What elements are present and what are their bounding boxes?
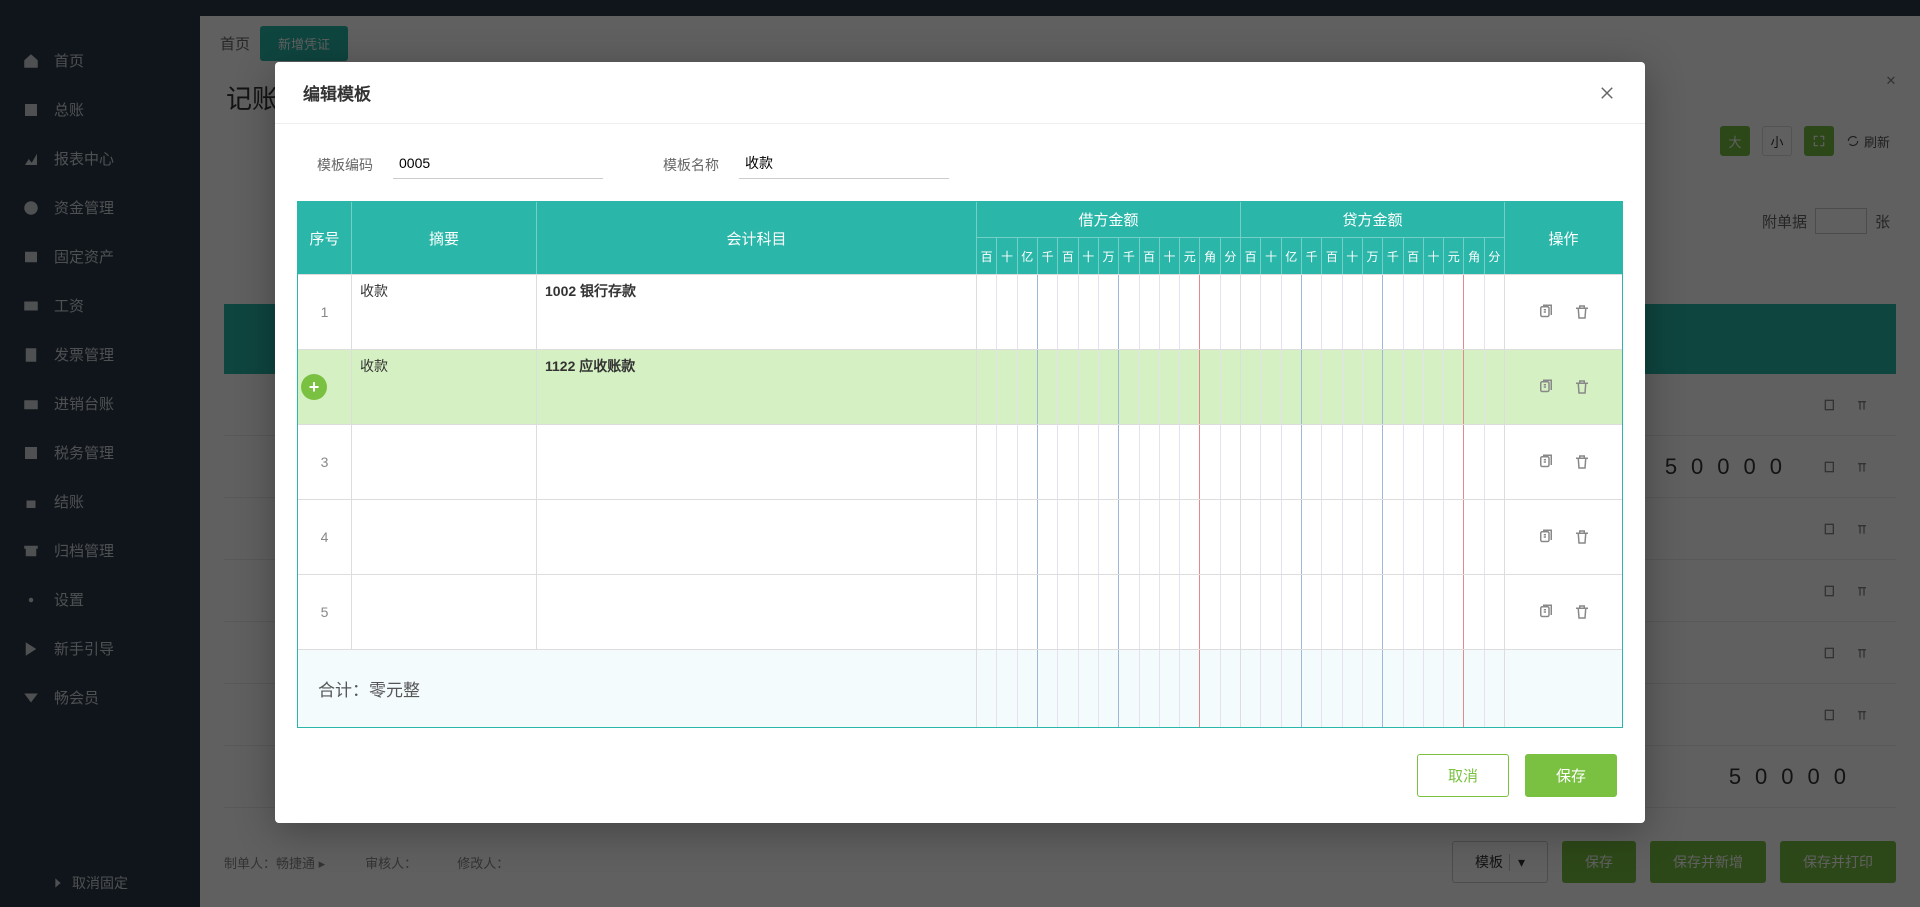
delete-icon[interactable] bbox=[1573, 453, 1591, 471]
cell-debit[interactable] bbox=[977, 275, 1241, 349]
cell-summary[interactable]: 收款 bbox=[352, 350, 537, 424]
th-account: 会计科目 bbox=[537, 202, 977, 274]
edit-template-modal: 编辑模板 模板编码 模板名称 序号 摘要 会计科目 借方金额 百十 bbox=[275, 62, 1645, 823]
template-table: 序号 摘要 会计科目 借方金额 百十亿千百十万千百十元角分 贷方金额 百十亿千百… bbox=[297, 201, 1623, 728]
cell-seq: + bbox=[298, 350, 352, 424]
table-row[interactable]: 3 bbox=[298, 424, 1622, 499]
cell-debit[interactable] bbox=[977, 350, 1241, 424]
delete-icon[interactable] bbox=[1573, 603, 1591, 621]
copy-icon[interactable] bbox=[1537, 453, 1555, 471]
unit-label: 百 bbox=[977, 238, 997, 274]
template-code-label: 模板编码 bbox=[317, 155, 373, 175]
total-row: 合计：零元整 bbox=[298, 649, 1622, 727]
unit-label: 十 bbox=[997, 238, 1017, 274]
cell-account[interactable] bbox=[537, 500, 977, 574]
unit-label: 元 bbox=[1444, 238, 1464, 274]
cell-summary[interactable]: 收款 bbox=[352, 275, 537, 349]
cell-summary[interactable] bbox=[352, 575, 537, 649]
cell-credit[interactable] bbox=[1241, 275, 1505, 349]
copy-icon[interactable] bbox=[1537, 303, 1555, 321]
cell-account[interactable]: 1122 应收账款 bbox=[537, 350, 977, 424]
unit-label: 元 bbox=[1180, 238, 1200, 274]
unit-label: 亿 bbox=[1018, 238, 1038, 274]
cell-op bbox=[1505, 350, 1622, 424]
th-debit: 借方金额 百十亿千百十万千百十元角分 bbox=[977, 202, 1241, 274]
unit-label: 百 bbox=[1140, 238, 1160, 274]
cell-op bbox=[1505, 275, 1622, 349]
unit-label: 百 bbox=[1404, 238, 1424, 274]
copy-icon[interactable] bbox=[1537, 378, 1555, 396]
unit-label: 十 bbox=[1424, 238, 1444, 274]
cell-op bbox=[1505, 500, 1622, 574]
cell-debit[interactable] bbox=[977, 500, 1241, 574]
delete-icon[interactable] bbox=[1573, 378, 1591, 396]
template-name-label: 模板名称 bbox=[663, 155, 719, 175]
cell-debit[interactable] bbox=[977, 425, 1241, 499]
unit-label: 千 bbox=[1383, 238, 1403, 274]
cell-op bbox=[1505, 425, 1622, 499]
cell-credit[interactable] bbox=[1241, 575, 1505, 649]
cell-op bbox=[1505, 575, 1622, 649]
unit-label: 百 bbox=[1241, 238, 1261, 274]
unit-label: 千 bbox=[1119, 238, 1139, 274]
cell-credit[interactable] bbox=[1241, 500, 1505, 574]
cell-seq: 1 bbox=[298, 275, 352, 349]
close-icon bbox=[1598, 84, 1616, 102]
delete-icon[interactable] bbox=[1573, 528, 1591, 546]
modal-close-button[interactable] bbox=[1597, 83, 1617, 103]
cell-credit[interactable] bbox=[1241, 425, 1505, 499]
cancel-button[interactable]: 取消 bbox=[1417, 754, 1509, 797]
th-credit: 贷方金额 百十亿千百十万千百十元角分 bbox=[1241, 202, 1505, 274]
add-row-button[interactable]: + bbox=[301, 374, 327, 400]
unit-label: 百 bbox=[1322, 238, 1342, 274]
modal-overlay: 编辑模板 模板编码 模板名称 序号 摘要 会计科目 借方金额 百十 bbox=[0, 0, 1920, 907]
unit-label: 万 bbox=[1099, 238, 1119, 274]
unit-label: 角 bbox=[1200, 238, 1220, 274]
unit-label: 分 bbox=[1221, 238, 1240, 274]
cell-account[interactable]: 1002 银行存款 bbox=[537, 275, 977, 349]
unit-label: 十 bbox=[1079, 238, 1099, 274]
unit-label: 十 bbox=[1160, 238, 1180, 274]
unit-label: 千 bbox=[1302, 238, 1322, 274]
cell-debit[interactable] bbox=[977, 575, 1241, 649]
th-seq: 序号 bbox=[298, 202, 352, 274]
table-row[interactable]: 5 bbox=[298, 574, 1622, 649]
th-summary: 摘要 bbox=[352, 202, 537, 274]
cell-summary[interactable] bbox=[352, 500, 537, 574]
table-row[interactable]: 4 bbox=[298, 499, 1622, 574]
cell-account[interactable] bbox=[537, 425, 977, 499]
save-button[interactable]: 保存 bbox=[1525, 754, 1617, 797]
table-row[interactable]: + 收款1122 应收账款 bbox=[298, 349, 1622, 424]
template-name-input[interactable] bbox=[739, 150, 949, 179]
unit-label: 角 bbox=[1464, 238, 1484, 274]
unit-label: 十 bbox=[1343, 238, 1363, 274]
copy-icon[interactable] bbox=[1537, 528, 1555, 546]
cell-seq: 3 bbox=[298, 425, 352, 499]
delete-icon[interactable] bbox=[1573, 303, 1591, 321]
modal-title: 编辑模板 bbox=[303, 80, 371, 105]
unit-label: 百 bbox=[1058, 238, 1078, 274]
table-row[interactable]: 1收款1002 银行存款 bbox=[298, 274, 1622, 349]
cell-account[interactable] bbox=[537, 575, 977, 649]
cell-seq: 5 bbox=[298, 575, 352, 649]
unit-label: 亿 bbox=[1282, 238, 1302, 274]
copy-icon[interactable] bbox=[1537, 603, 1555, 621]
cell-summary[interactable] bbox=[352, 425, 537, 499]
cell-credit[interactable] bbox=[1241, 350, 1505, 424]
th-op: 操作 bbox=[1505, 202, 1622, 274]
cell-seq: 4 bbox=[298, 500, 352, 574]
unit-label: 万 bbox=[1363, 238, 1383, 274]
template-code-input[interactable] bbox=[393, 150, 603, 179]
unit-label: 分 bbox=[1485, 238, 1504, 274]
unit-label: 千 bbox=[1038, 238, 1058, 274]
unit-label: 十 bbox=[1261, 238, 1281, 274]
